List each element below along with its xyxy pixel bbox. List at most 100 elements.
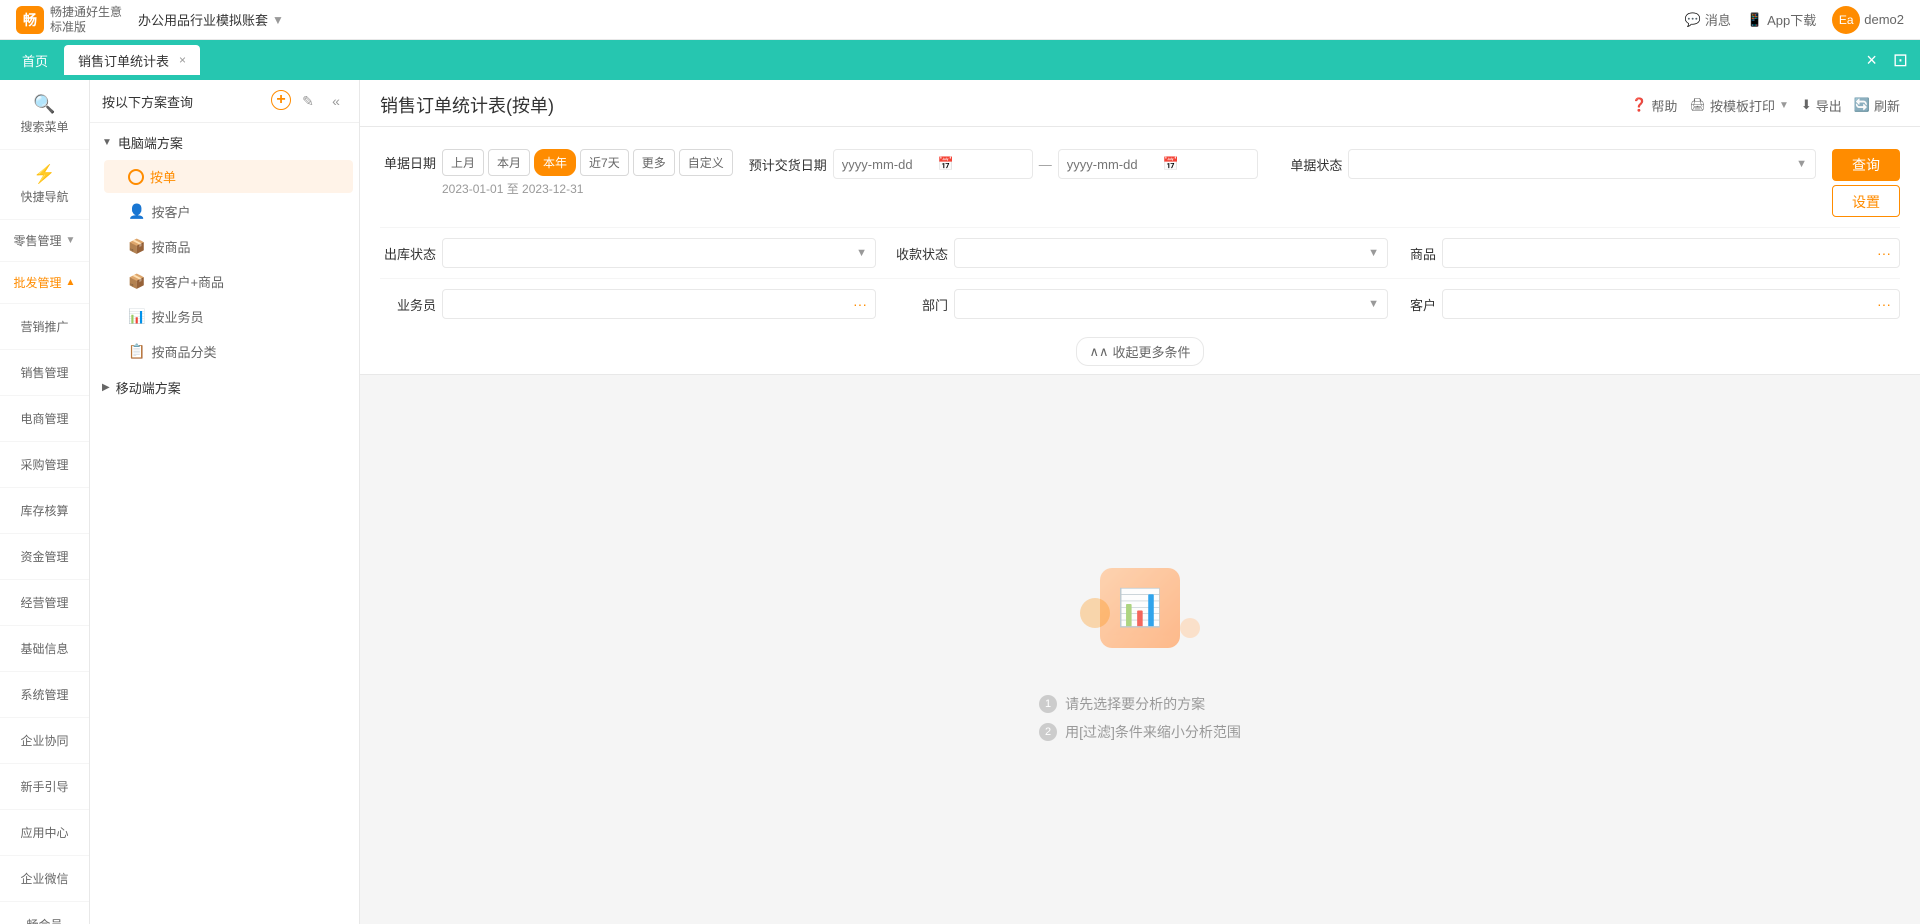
query-button[interactable]: 查询 xyxy=(1832,149,1900,181)
wholesale-arrow-icon: ▲ xyxy=(66,277,76,288)
help-button[interactable]: ❓ 帮助 xyxy=(1631,96,1677,115)
out-status-label: 出库状态 xyxy=(380,244,436,263)
collapse-up-icon: ∧∧ xyxy=(1089,344,1108,360)
sidebar-item-operation[interactable]: 经营管理 xyxy=(0,580,89,626)
scheme-add-button[interactable]: + xyxy=(271,90,291,110)
search-icon: 🔍 xyxy=(33,94,55,115)
print-arrow-icon: ▼ xyxy=(1779,100,1789,111)
user-profile-button[interactable]: Ea demo2 xyxy=(1832,6,1904,34)
tab-minimize-icon[interactable]: × xyxy=(1862,46,1881,75)
sidebar-item-wholesale[interactable]: 批发管理 ▲ xyxy=(0,262,89,304)
status-select[interactable]: ▼ xyxy=(1348,149,1816,179)
date-btn-more[interactable]: 更多 xyxy=(633,149,675,176)
tip-num-1: 1 xyxy=(1039,695,1057,713)
scheme-panel-title: 按以下方案查询 xyxy=(102,92,265,111)
collapse-button[interactable]: ∧∧ 收起更多条件 xyxy=(1076,337,1203,366)
sidebar-item-system[interactable]: 系统管理 xyxy=(0,672,89,718)
setting-button[interactable]: 设置 xyxy=(1832,185,1900,217)
refresh-button[interactable]: 🔄 刷新 xyxy=(1854,96,1900,115)
status-select-arrow-icon: ▼ xyxy=(1796,158,1807,170)
breadcrumb[interactable]: 办公用品行业模拟账套 ▼ xyxy=(138,10,284,29)
sidebar-item-ecommerce[interactable]: 电商管理 xyxy=(0,396,89,442)
scheme-collapse-button[interactable]: « xyxy=(325,90,347,112)
tab-close-icon[interactable]: × xyxy=(179,53,186,67)
out-status-arrow-icon: ▼ xyxy=(856,247,867,259)
by-customer-icon: 👤 xyxy=(128,203,145,220)
scheme-item-by-salesperson[interactable]: 📊 按业务员 xyxy=(104,300,353,333)
scheme-item-by-customer[interactable]: 👤 按客户 xyxy=(104,195,353,228)
expected-date-start-input[interactable] xyxy=(834,157,934,172)
scheme-group-header-desktop[interactable]: ▼ 电脑端方案 xyxy=(90,127,359,158)
page-actions: ❓ 帮助 🖨 按模板打印 ▼ ⬇ 导出 🔄 刷新 xyxy=(1631,96,1900,115)
date-btn-last-month[interactable]: 上月 xyxy=(442,149,484,176)
scheme-group-items-desktop: 按单 👤 按客户 📦 按商品 📦 按客户+商品 � xyxy=(90,160,359,368)
sidebar-item-wechat[interactable]: 企业微信 xyxy=(0,856,89,902)
sidebar-item-enterprise[interactable]: 企业协同 xyxy=(0,718,89,764)
top-bar-right: 💬 消息 📱 App下载 Ea demo2 xyxy=(1685,6,1904,34)
sidebar-item-inventory[interactable]: 库存核算 xyxy=(0,488,89,534)
sidebar-item-search[interactable]: 🔍 搜索菜单 xyxy=(0,80,89,150)
department-select[interactable]: ▼ xyxy=(954,289,1388,319)
goods-label: 商品 xyxy=(1404,244,1436,263)
top-bar: 畅 畅捷通好生意 标准版 办公用品行业模拟账套 ▼ 💬 消息 📱 App下载 E… xyxy=(0,0,1920,40)
date-calendar-end-icon[interactable]: 📅 xyxy=(1159,156,1183,172)
group-expand-icon: ▼ xyxy=(102,137,112,148)
date-label: 单据日期 xyxy=(380,153,436,172)
date-btn-7days[interactable]: 近7天 xyxy=(580,149,629,176)
export-icon: ⬇ xyxy=(1801,97,1812,113)
customer-select[interactable]: ··· xyxy=(1442,289,1900,319)
sidebar-item-marketing[interactable]: 营销推广 xyxy=(0,304,89,350)
empty-illustration: 📊 xyxy=(1080,558,1200,678)
scheme-edit-button[interactable]: ✎ xyxy=(297,90,319,112)
sidebar-item-guide[interactable]: 新手引导 xyxy=(0,764,89,810)
date-btn-this-month[interactable]: 本月 xyxy=(488,149,530,176)
out-status-select[interactable]: ▼ xyxy=(442,238,876,268)
print-button[interactable]: 🖨 按模板打印 ▼ xyxy=(1689,96,1788,115)
scheme-item-by-goods[interactable]: 📦 按商品 xyxy=(104,230,353,263)
scheme-panel: 按以下方案查询 + ✎ « ▼ 电脑端方案 按单 xyxy=(90,80,360,924)
print-icon: 🖨 xyxy=(1689,97,1706,113)
empty-tip-1: 1 请先选择要分析的方案 xyxy=(1039,694,1241,714)
salesperson-select[interactable]: ··· xyxy=(442,289,876,319)
tab-maximize-icon[interactable]: ⊡ xyxy=(1889,46,1912,75)
active-tab[interactable]: 销售订单统计表 × xyxy=(64,45,200,75)
scheme-item-by-order[interactable]: 按单 xyxy=(104,160,353,193)
avatar: Ea xyxy=(1832,6,1860,34)
by-goods-icon: 📦 xyxy=(128,238,145,255)
payment-status-select[interactable]: ▼ xyxy=(954,238,1388,268)
sidebar-item-member[interactable]: 畅会员 xyxy=(0,902,89,924)
collapse-row: ∧∧ 收起更多条件 xyxy=(360,329,1920,375)
sidebar-item-sales[interactable]: 销售管理 xyxy=(0,350,89,396)
by-category-icon: 📋 xyxy=(128,343,145,360)
shortcut-icon: ⚡ xyxy=(33,164,55,185)
department-label: 部门 xyxy=(892,295,948,314)
home-tab[interactable]: 首页 xyxy=(8,45,62,75)
sidebar-item-shortcut[interactable]: ⚡ 快捷导航 xyxy=(0,150,89,220)
logo-area: 畅 畅捷通好生意 标准版 xyxy=(16,5,122,34)
sidebar-item-purchase[interactable]: 采购管理 xyxy=(0,442,89,488)
sidebar-item-finance[interactable]: 资金管理 xyxy=(0,534,89,580)
date-range-text: 2023-01-01 至 2023-12-31 xyxy=(442,180,583,197)
app-download-icon: 📱 xyxy=(1747,12,1763,28)
customer-more-icon[interactable]: ··· xyxy=(1877,296,1891,312)
date-btn-custom[interactable]: 自定义 xyxy=(679,149,733,176)
sidebar-item-appcenter[interactable]: 应用中心 xyxy=(0,810,89,856)
scheme-item-by-category[interactable]: 📋 按商品分类 xyxy=(104,335,353,368)
message-button[interactable]: 💬 消息 xyxy=(1685,10,1731,29)
expected-date-end-input[interactable] xyxy=(1059,157,1159,172)
salesperson-more-icon[interactable]: ··· xyxy=(853,296,867,312)
date-btn-this-year[interactable]: 本年 xyxy=(534,149,576,176)
goods-select[interactable]: ··· xyxy=(1442,238,1900,268)
sidebar-item-retail[interactable]: 零售管理 ▼ xyxy=(0,220,89,262)
export-button[interactable]: ⬇ 导出 xyxy=(1801,96,1842,115)
goods-more-icon[interactable]: ··· xyxy=(1877,245,1891,261)
group-label: 电脑端方案 xyxy=(118,133,183,152)
retail-arrow-icon: ▼ xyxy=(66,235,76,246)
app-download-button[interactable]: 📱 App下载 xyxy=(1747,10,1816,29)
scheme-item-by-customer-goods[interactable]: 📦 按客户+商品 xyxy=(104,265,353,298)
by-customer-goods-icon: 📦 xyxy=(128,273,145,290)
sidebar-item-basic[interactable]: 基础信息 xyxy=(0,626,89,672)
scheme-group-header-mobile[interactable]: ▶ 移动端方案 xyxy=(90,372,359,403)
date-calendar-icon[interactable]: 📅 xyxy=(934,156,958,172)
scheme-group-mobile: ▶ 移动端方案 xyxy=(90,372,359,403)
